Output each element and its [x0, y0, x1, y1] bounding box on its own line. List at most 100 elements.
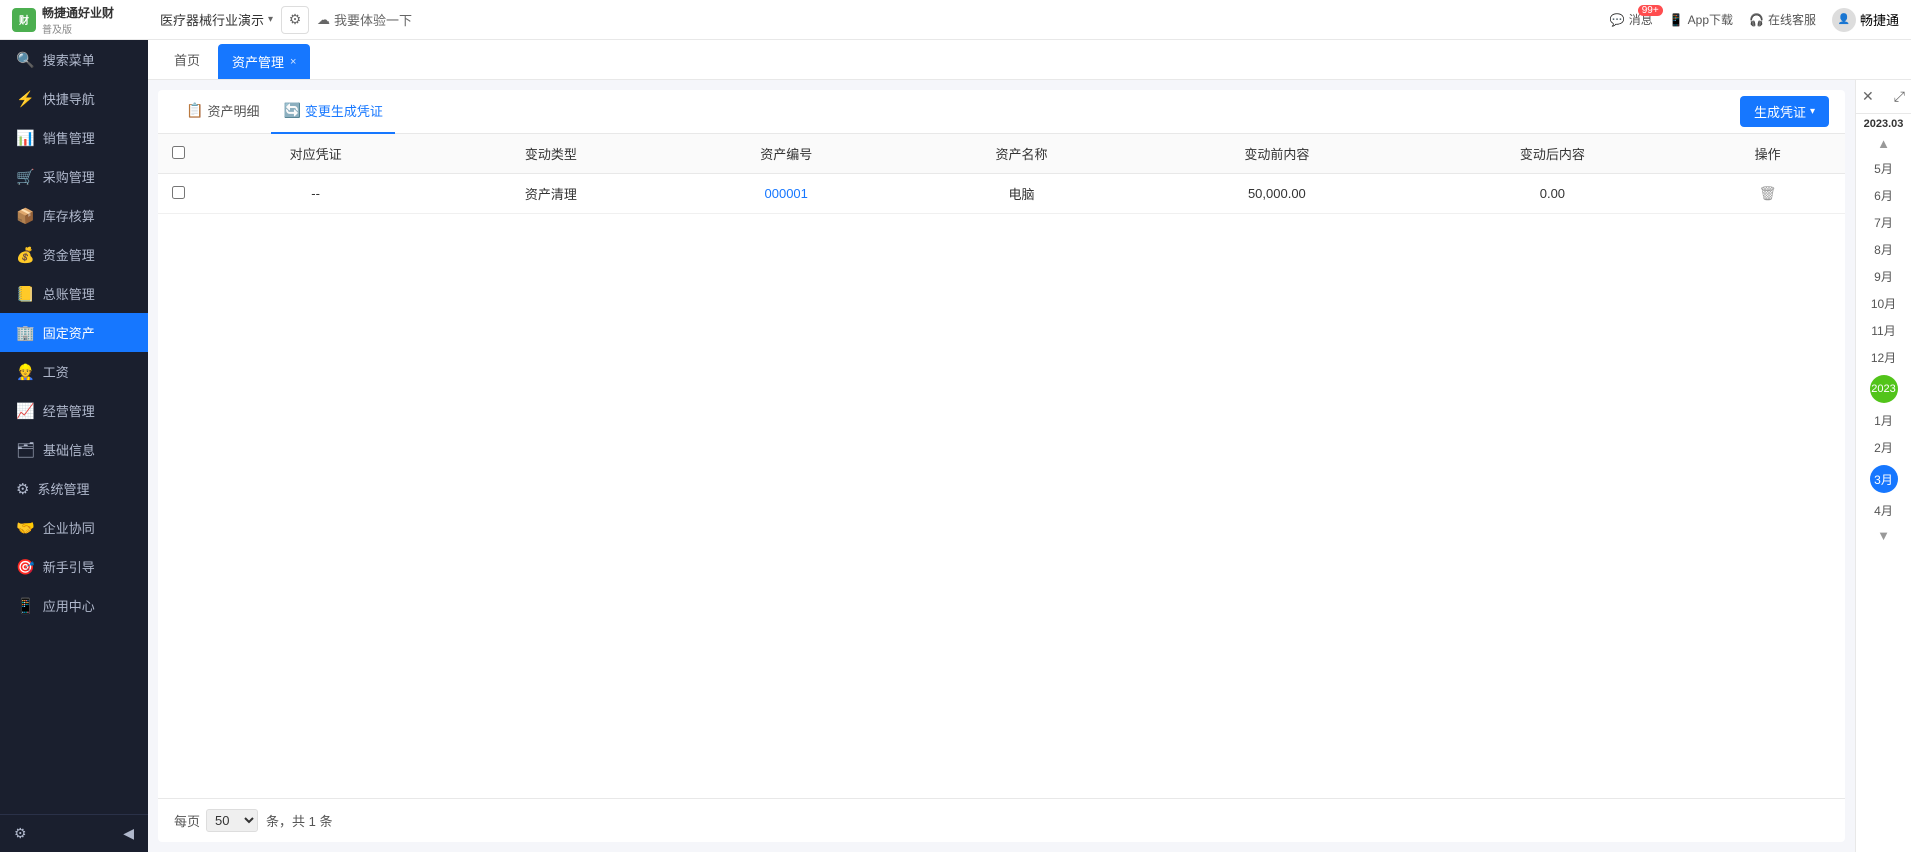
- sub-tab-change-voucher[interactable]: 🔄 变更生成凭证: [271, 90, 394, 134]
- timeline-up-arrow[interactable]: ▲: [1856, 132, 1911, 155]
- col-asset-name: 资产名称: [904, 134, 1139, 174]
- generate-btn-area: 生成凭证 ▾: [1740, 96, 1829, 127]
- sidebar-label-payroll: 工资: [43, 362, 69, 381]
- right-expand-button[interactable]: ⤢: [1894, 88, 1905, 105]
- row-change-type: 资产清理: [433, 174, 668, 214]
- sidebar-label-system: 系统管理: [37, 479, 89, 498]
- timeline-month[interactable]: 2月: [1856, 434, 1911, 461]
- message-icon: 💬: [1610, 13, 1625, 27]
- payroll-icon: 👷: [16, 363, 35, 381]
- sidebar-item-funds[interactable]: 💰资金管理: [0, 235, 148, 274]
- timeline-month[interactable]: 5月: [1856, 155, 1911, 182]
- settings-icon[interactable]: ⚙: [14, 825, 27, 842]
- sidebar-item-ledger[interactable]: 📒总账管理: [0, 274, 148, 313]
- sidebar-item-fixed-assets[interactable]: 🏢固定资产: [0, 313, 148, 352]
- col-after-content: 变动后内容: [1415, 134, 1691, 174]
- home-tab[interactable]: 首页: [160, 42, 214, 79]
- timeline-month[interactable]: 12月: [1856, 344, 1911, 371]
- sidebar-item-search-menu[interactable]: 🔍搜索菜单: [0, 40, 148, 79]
- sidebar-item-operations[interactable]: 📈经营管理: [0, 391, 148, 430]
- message-badge: 99+: [1638, 5, 1663, 16]
- col-action: 操作: [1690, 134, 1845, 174]
- sub-tab-asset-detail[interactable]: 📋 资产明细: [174, 90, 271, 134]
- sidebar-label-guide: 新手引导: [43, 557, 95, 576]
- logo-sub: 普及版: [42, 21, 114, 36]
- search-menu-icon: 🔍: [16, 51, 35, 69]
- sidebar-label-sales: 销售管理: [43, 128, 95, 147]
- sidebar-item-inventory[interactable]: 📦库存核算: [0, 196, 148, 235]
- logo-area: 财 畅捷通好业财 普及版: [12, 4, 160, 36]
- settings-button[interactable]: ⚙: [281, 6, 309, 34]
- row-corresponding-voucher: --: [198, 174, 433, 214]
- select-all-checkbox[interactable]: [172, 146, 185, 159]
- timeline-month[interactable]: 4月: [1856, 497, 1911, 524]
- table-row: -- 资产清理 000001 电脑 50,000.00 0.00 🗑: [158, 174, 1845, 214]
- sidebar: 🔍搜索菜单⚡快捷导航📊销售管理🛒采购管理📦库存核算💰资金管理📒总账管理🏢固定资产…: [0, 40, 148, 852]
- year-badge[interactable]: 2023: [1870, 375, 1898, 403]
- customer-service-button[interactable]: 🎧 在线客服: [1749, 11, 1816, 28]
- sidebar-label-app-center: 应用中心: [43, 596, 95, 615]
- sidebar-label-funds: 资金管理: [43, 245, 95, 264]
- system-icon: ⚙: [16, 480, 29, 498]
- timeline-current-month[interactable]: 3月: [1870, 465, 1898, 493]
- basic-info-icon: 🗂: [16, 441, 35, 459]
- main-layout: 🔍搜索菜单⚡快捷导航📊销售管理🛒采购管理📦库存核算💰资金管理📒总账管理🏢固定资产…: [0, 40, 1911, 852]
- row-checkbox[interactable]: [172, 186, 185, 199]
- sidebar-item-payroll[interactable]: 👷 工资: [0, 352, 148, 391]
- page-content: 📋 资产明细 🔄 变更生成凭证 生成凭证 ▾: [148, 80, 1911, 852]
- headset-icon: 🎧: [1749, 13, 1764, 27]
- timeline-list: 2023.03 ▲ 5月6月7月8月9月10月11月12月 2023 1月2月3…: [1856, 114, 1911, 852]
- sub-tabs: 📋 资产明细 🔄 变更生成凭证 生成凭证 ▾: [158, 90, 1845, 134]
- timeline-month[interactable]: 11月: [1856, 317, 1911, 344]
- generate-voucher-button[interactable]: 生成凭证 ▾: [1740, 96, 1829, 127]
- sub-tab1-label: 资产明细: [207, 101, 259, 120]
- timeline-month[interactable]: 1月: [1856, 407, 1911, 434]
- table-container: 对应凭证 变动类型 资产编号 资产名称 变动前内容 变动后内容 操作: [158, 134, 1845, 798]
- company-selector[interactable]: 医疗器械行业演示 ▾: [160, 10, 273, 29]
- sidebar-label-purchase: 采购管理: [43, 167, 95, 186]
- page-size-select[interactable]: 102050100: [206, 809, 258, 832]
- operations-icon: 📈: [16, 402, 35, 420]
- timeline-down-arrow[interactable]: ▼: [1856, 524, 1911, 547]
- experience-icon: ☁: [317, 12, 330, 28]
- customer-service-label: 在线客服: [1768, 11, 1816, 28]
- user-area[interactable]: 👤 畅捷通: [1832, 8, 1899, 32]
- sidebar-item-quick-nav[interactable]: ⚡快捷导航: [0, 79, 148, 118]
- experience-label: 我要体验一下: [334, 10, 412, 29]
- tab-close-button[interactable]: ×: [290, 56, 296, 68]
- sidebar-item-purchase[interactable]: 🛒采购管理: [0, 157, 148, 196]
- select-all-header: [158, 134, 198, 174]
- experience-button[interactable]: ☁ 我要体验一下: [317, 10, 412, 29]
- sidebar-item-system[interactable]: ⚙ 系统管理: [0, 469, 148, 508]
- timeline-month[interactable]: 10月: [1856, 290, 1911, 317]
- timeline-month[interactable]: 7月: [1856, 209, 1911, 236]
- collapse-icon[interactable]: ◀: [123, 825, 134, 842]
- asset-management-tab[interactable]: 资产管理 ×: [218, 44, 310, 79]
- sidebar-item-guide[interactable]: 🎯新手引导: [0, 547, 148, 586]
- pagination-bar: 每页 102050100 条，共 1 条: [158, 798, 1845, 842]
- tab-label: 资产管理: [232, 52, 284, 71]
- message-button[interactable]: 💬 消息 99+: [1610, 11, 1653, 28]
- sidebar-item-basic-info[interactable]: 🗂 基础信息: [0, 430, 148, 469]
- right-panel-header: ✕ ⤢: [1856, 80, 1911, 114]
- row-asset-number: 000001: [669, 174, 904, 214]
- username: 畅捷通: [1860, 10, 1899, 29]
- app-download-label: App下载: [1688, 11, 1733, 28]
- sidebar-item-sales[interactable]: 📊销售管理: [0, 118, 148, 157]
- sidebar-item-app-center[interactable]: 📱应用中心: [0, 586, 148, 625]
- app-download-button[interactable]: 📱 App下载: [1669, 11, 1733, 28]
- fixed-assets-icon: 🏢: [16, 324, 35, 342]
- main-panel: 📋 资产明细 🔄 变更生成凭证 生成凭证 ▾: [158, 90, 1845, 842]
- timeline-month[interactable]: 8月: [1856, 236, 1911, 263]
- col-corresponding-voucher: 对应凭证: [198, 134, 433, 174]
- chevron-down-icon: ▾: [268, 14, 273, 25]
- timeline-month[interactable]: 6月: [1856, 182, 1911, 209]
- delete-button[interactable]: 🗑: [1759, 185, 1777, 201]
- caret-icon: ▾: [1810, 106, 1815, 117]
- right-close-button[interactable]: ✕: [1862, 88, 1874, 105]
- row-action: 🗑: [1690, 174, 1845, 214]
- sidebar-label-basic-info: 基础信息: [43, 440, 95, 459]
- timeline-month[interactable]: 9月: [1856, 263, 1911, 290]
- sidebar-item-enterprise[interactable]: 🤝企业协同: [0, 508, 148, 547]
- per-page-label: 每页: [174, 811, 200, 830]
